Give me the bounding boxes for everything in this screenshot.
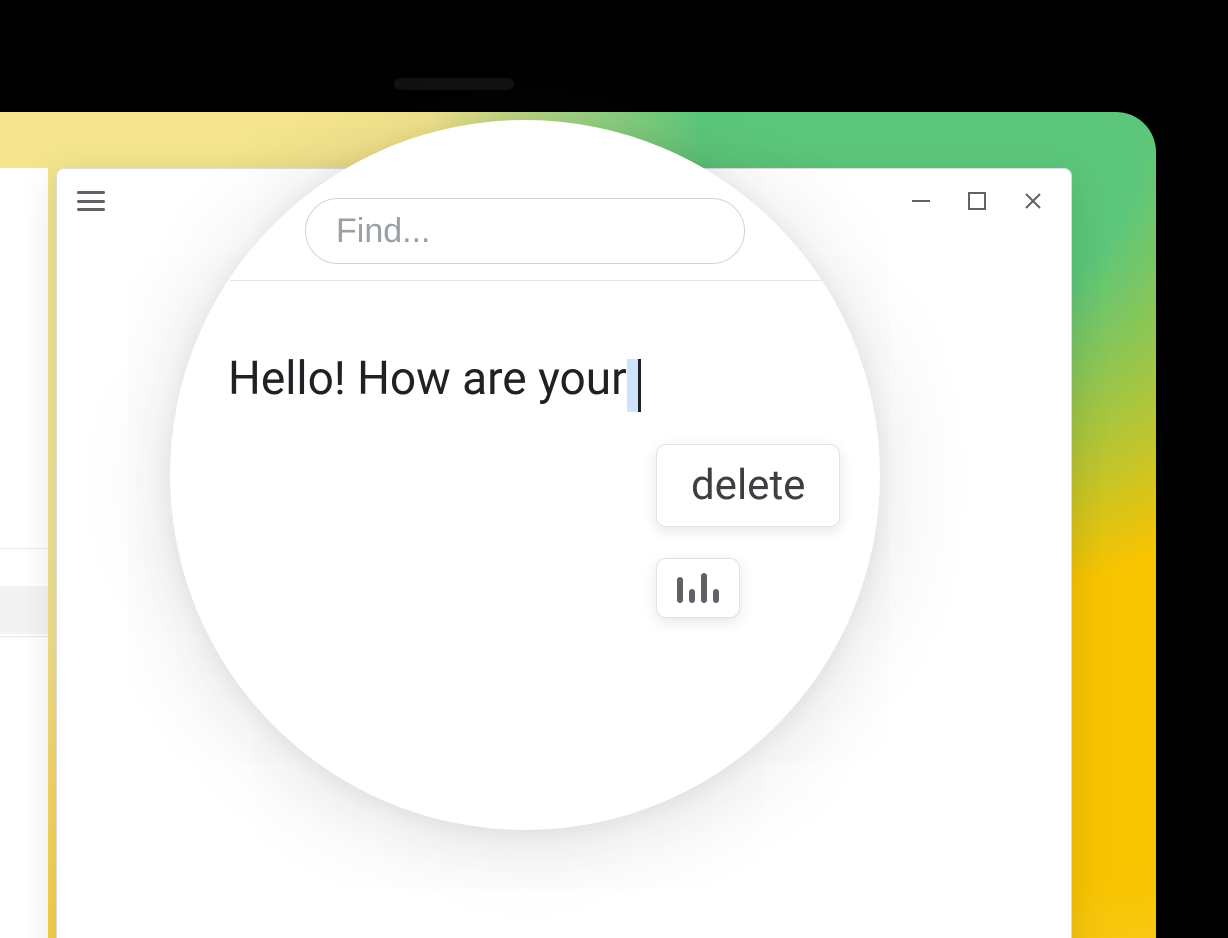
app-sidebar-sliver	[0, 168, 48, 938]
toolbar-divider	[230, 280, 840, 281]
minimize-button[interactable]	[903, 183, 939, 219]
webcam-notch	[394, 78, 514, 90]
voice-waveform-icon	[677, 577, 683, 603]
text-cursor-selection	[627, 359, 641, 412]
voice-command-suggestion[interactable]: delete	[656, 444, 840, 527]
close-button[interactable]	[1015, 183, 1051, 219]
menu-icon[interactable]	[77, 191, 105, 211]
voice-input-button[interactable]	[656, 558, 740, 618]
magnifier-lens: Hello! How are your delete	[170, 120, 880, 830]
suggestion-label: delete	[691, 461, 805, 510]
document-text: Hello! How are your	[228, 352, 627, 406]
maximize-button[interactable]	[959, 183, 995, 219]
document-text-area[interactable]: Hello! How are your	[228, 352, 840, 407]
find-input[interactable]	[336, 212, 714, 251]
find-field-container[interactable]	[305, 198, 745, 264]
